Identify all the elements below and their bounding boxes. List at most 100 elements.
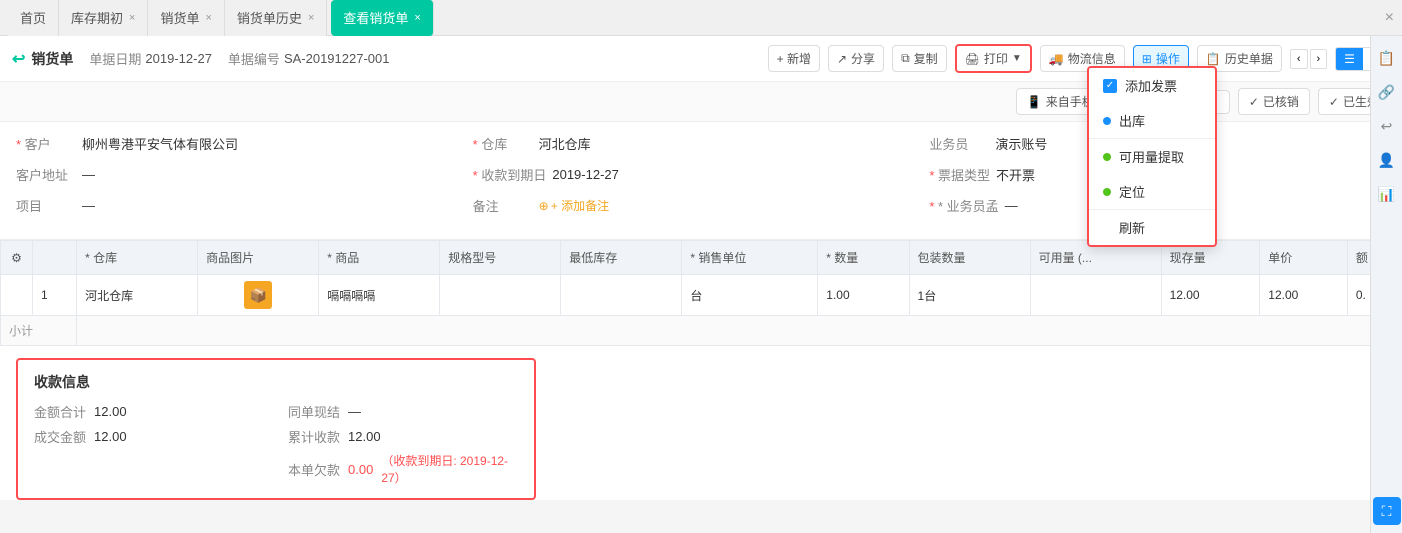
- warehouse-value: 河北仓库: [539, 134, 591, 153]
- warehouse-label: 仓库: [473, 134, 533, 153]
- doc-date-label: 单据日期: [89, 49, 141, 68]
- due-date-label: 收款到期日: [473, 165, 547, 184]
- min-stock-col-header: 最低库存: [561, 241, 682, 275]
- num-col-header: [33, 241, 77, 275]
- operation-icon: ⊞: [1142, 52, 1152, 66]
- sidebar-chart-icon[interactable]: 📊: [1373, 180, 1401, 208]
- doc-title: ↩ 销货单: [12, 49, 73, 69]
- locate-item[interactable]: 定位: [1089, 174, 1215, 209]
- warehouse-field: 仓库 河北仓库: [473, 134, 930, 153]
- tab-sales-history-close[interactable]: ×: [308, 12, 314, 24]
- add-invoice-item[interactable]: ✓ 添加发票: [1089, 68, 1215, 103]
- sidebar-notes-icon[interactable]: 📋: [1373, 44, 1401, 72]
- address-field: 客户地址 —: [16, 165, 473, 184]
- tab-sales-history[interactable]: 销货单历史 ×: [225, 0, 327, 36]
- payment-arrears-note: （收款到期日: 2019-12-27）: [381, 452, 518, 486]
- tab-sales-order-label: 销货单: [160, 8, 199, 27]
- payment-deal-label: 成交金额: [34, 427, 86, 446]
- available-qty-dot: [1103, 153, 1111, 161]
- share-icon: ↗: [837, 52, 847, 66]
- ticket-label: 票据类型: [929, 165, 990, 184]
- tab-inventory-close[interactable]: ×: [129, 12, 135, 24]
- nav-arrows: ‹ ›: [1290, 49, 1327, 69]
- print-button[interactable]: 🖨 打印 ▼: [955, 44, 1032, 73]
- tab-sales-order[interactable]: 销货单 ×: [148, 0, 224, 36]
- doc-number-value: SA-20191227-001: [284, 51, 390, 66]
- ticket-value: 不开票: [996, 165, 1035, 184]
- effective-icon: ✓: [1329, 95, 1339, 109]
- payment-same-order-item: 同单现结 —: [288, 402, 518, 421]
- spec-col-header: 规格型号: [440, 241, 561, 275]
- product-col-header: * 商品: [319, 241, 440, 275]
- logistics-button-label: 物流信息: [1068, 50, 1116, 67]
- sidebar-expand-icon[interactable]: ⛶: [1373, 497, 1401, 525]
- print-button-label: 打印: [984, 50, 1008, 67]
- tab-bar: 首页 库存期初 × 销货单 × 销货单历史 × 查看销货单 × ×: [0, 0, 1402, 36]
- out-warehouse-label: 出库: [1119, 111, 1145, 130]
- doc-type-label: 销货单: [31, 49, 73, 69]
- product-img-col-header: 商品图片: [198, 241, 319, 275]
- copy-icon: ⧉: [901, 51, 910, 66]
- available-qty-label: 可用量提取: [1119, 147, 1184, 166]
- new-button-label: + 新增: [777, 50, 811, 67]
- row-sales-unit: 台: [682, 275, 818, 316]
- print-icon: 🖨: [965, 52, 980, 66]
- subtotal-values-cell: [77, 316, 1402, 346]
- refresh-item[interactable]: 刷新: [1089, 210, 1215, 245]
- salesperson-value: —: [1005, 198, 1018, 213]
- doc-meta: 单据日期 2019-12-27 单据编号 SA-20191227-001: [89, 49, 389, 68]
- customer-field: 客户 柳州粤港平安气体有限公司: [16, 134, 473, 153]
- payment-total-value: 12.00: [94, 404, 127, 419]
- row-pack-qty: 1台: [909, 275, 1030, 316]
- tab-sales-order-close[interactable]: ×: [205, 12, 211, 24]
- quantity-col-header: * 数量: [818, 241, 909, 275]
- available-qty-item[interactable]: 可用量提取: [1089, 139, 1215, 174]
- history-icon: 📋: [1206, 52, 1221, 66]
- add-icon: ⊕: [539, 199, 549, 213]
- payment-total-item: 金额合计 12.00: [34, 402, 264, 421]
- tab-view-sales[interactable]: 查看销货单 ×: [331, 0, 433, 36]
- sales-table: ⚙ * 仓库 商品图片 * 商品 规格型号 最低库存 * 销售单位 * 数量 包…: [0, 240, 1402, 346]
- share-button[interactable]: ↗ 分享: [828, 45, 884, 72]
- doc-date-value: 2019-12-27: [145, 51, 212, 66]
- unit-price-col-header: 单价: [1260, 241, 1348, 275]
- tab-sales-history-label: 销货单历史: [237, 8, 302, 27]
- row-num: 1: [33, 275, 77, 316]
- sidebar-user-icon[interactable]: 👤: [1373, 146, 1401, 174]
- out-warehouse-item[interactable]: 出库: [1089, 103, 1215, 138]
- doc-date-item: 单据日期 2019-12-27: [89, 49, 212, 68]
- main-close-button[interactable]: ×: [1385, 9, 1394, 27]
- locate-label: 定位: [1119, 182, 1145, 201]
- payment-grid: 金额合计 12.00 同单现结 — 成交金额 12.00 累计收款 12.00 …: [34, 402, 518, 486]
- revoked-button[interactable]: ✓ 已核销: [1238, 88, 1310, 115]
- payment-cumulative-item: 累计收款 12.00: [288, 427, 518, 446]
- tab-inventory[interactable]: 库存期初 ×: [59, 0, 148, 36]
- sidebar-return-icon[interactable]: ↩: [1373, 112, 1401, 140]
- customer-value: 柳州粤港平安气体有限公司: [82, 134, 238, 153]
- add-remark-button[interactable]: ⊕ + 添加备注: [539, 197, 609, 214]
- project-value: —: [82, 198, 95, 213]
- payment-same-order-value: —: [348, 404, 361, 419]
- operations-dropdown: ✓ 添加发票 出库 可用量提取 定位 刷新: [1087, 66, 1217, 247]
- tab-view-sales-close[interactable]: ×: [414, 12, 420, 24]
- new-button[interactable]: + 新增: [768, 45, 820, 72]
- payment-same-order-label: 同单现结: [288, 402, 340, 421]
- table-wrapper: ⚙ * 仓库 商品图片 * 商品 规格型号 最低库存 * 销售单位 * 数量 包…: [0, 240, 1402, 346]
- subtotal-row: 小计: [1, 316, 1402, 346]
- subtotal-label-cell: 小计: [1, 316, 77, 346]
- copy-button[interactable]: ⧉ 复制: [892, 45, 947, 72]
- tab-home[interactable]: 首页: [8, 0, 59, 36]
- doc-number-label: 单据编号: [228, 49, 280, 68]
- history-button-label: 历史单据: [1225, 50, 1273, 67]
- remark-label: 备注: [473, 196, 533, 215]
- next-button[interactable]: ›: [1310, 49, 1328, 69]
- refresh-label: 刷新: [1119, 218, 1145, 237]
- customer-label: 客户: [16, 134, 76, 153]
- address-value: —: [82, 167, 95, 182]
- list-view-button[interactable]: ☰: [1336, 48, 1363, 70]
- doc-number-item: 单据编号 SA-20191227-001: [228, 49, 390, 68]
- sidebar-link-icon[interactable]: 🔗: [1373, 78, 1401, 106]
- phone-icon: 📱: [1027, 95, 1042, 109]
- prev-button[interactable]: ‹: [1290, 49, 1308, 69]
- address-label: 客户地址: [16, 165, 76, 184]
